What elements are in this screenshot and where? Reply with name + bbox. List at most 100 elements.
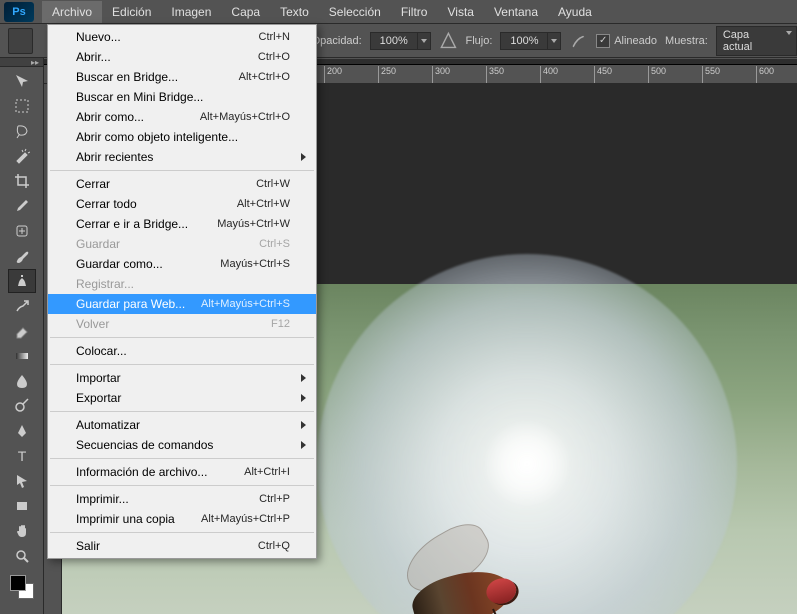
menu-imagen[interactable]: Imagen [161,1,221,23]
menu-item-label: Abrir como... [76,110,200,124]
sample-value: Capa actual [723,29,752,53]
crop-tool[interactable] [8,169,36,193]
menu-texto[interactable]: Texto [270,1,319,23]
menu-item-label: Guardar [76,237,259,251]
menu-item-label: Guardar para Web... [76,297,201,311]
magic-wand-tool[interactable] [8,144,36,168]
move-tool[interactable] [8,69,36,93]
flow-input[interactable] [500,32,548,50]
menu-item-shortcut: Alt+Ctrl+O [239,71,290,83]
pen-tool[interactable] [8,419,36,443]
menu-item-cerrar[interactable]: CerrarCtrl+W [48,174,316,194]
menu-item-label: Automatizar [76,418,290,432]
menu-item-guardar-para-web[interactable]: Guardar para Web...Alt+Mayús+Ctrl+S [48,294,316,314]
menu-item-shortcut: Alt+Mayús+Ctrl+O [200,111,290,123]
menu-item-abrir-como[interactable]: Abrir como...Alt+Mayús+Ctrl+O [48,107,316,127]
eyedropper-tool[interactable] [8,194,36,218]
menu-item-guardar-como[interactable]: Guardar como...Mayús+Ctrl+S [48,254,316,274]
menu-item-informaci-n-de-archivo[interactable]: Información de archivo...Alt+Ctrl+I [48,462,316,482]
sample-select[interactable]: Capa actual [716,26,797,56]
menu-ayuda[interactable]: Ayuda [548,1,602,23]
menu-item-shortcut: Ctrl+Q [258,540,290,552]
healing-brush-tool[interactable] [8,219,36,243]
menu-item-guardar: GuardarCtrl+S [48,234,316,254]
eraser-tool[interactable] [8,319,36,343]
hand-tool[interactable] [8,519,36,543]
menu-item-abrir[interactable]: Abrir...Ctrl+O [48,47,316,67]
menu-edición[interactable]: Edición [102,1,161,23]
menu-item-label: Buscar en Bridge... [76,70,239,84]
menu-item-label: Exportar [76,391,290,405]
file-menu-dropdown: Nuevo...Ctrl+NAbrir...Ctrl+OBuscar en Br… [47,24,317,559]
toolbox-expand-icon[interactable]: ▸▸ [31,58,39,67]
aligned-checkbox[interactable] [596,34,610,48]
clone-stamp-tool[interactable] [8,269,36,293]
opacity-label: Opacidad: [312,35,362,47]
menu-item-buscar-en-mini-bridge[interactable]: Buscar en Mini Bridge... [48,87,316,107]
menu-item-label: Importar [76,371,290,385]
menu-vista[interactable]: Vista [437,1,483,23]
menu-item-importar[interactable]: Importar [48,368,316,388]
menu-item-shortcut: Mayús+Ctrl+S [220,258,290,270]
menu-item-label: Secuencias de comandos [76,438,290,452]
airbrush-icon[interactable] [569,31,588,51]
menu-item-shortcut: Alt+Mayús+Ctrl+S [201,298,290,310]
menu-item-label: Colocar... [76,344,290,358]
menu-item-shortcut: Ctrl+W [256,178,290,190]
aligned-label: Alineado [614,35,657,47]
app-logo: Ps [4,2,34,22]
foreground-color[interactable] [10,575,26,591]
menu-item-secuencias-de-comandos[interactable]: Secuencias de comandos [48,435,316,455]
menu-item-label: Nuevo... [76,30,259,44]
brush-tool[interactable] [8,244,36,268]
menu-item-label: Registrar... [76,277,290,291]
menu-item-abrir-recientes[interactable]: Abrir recientes [48,147,316,167]
menu-item-colocar[interactable]: Colocar... [48,341,316,361]
opacity-dropdown[interactable] [417,32,431,50]
history-brush-tool[interactable] [8,294,36,318]
menu-item-shortcut: Ctrl+S [259,238,290,250]
menu-item-automatizar[interactable]: Automatizar [48,415,316,435]
foreground-background-colors[interactable] [8,573,36,601]
menu-item-volver: VolverF12 [48,314,316,334]
menu-filtro[interactable]: Filtro [391,1,438,23]
menu-item-cerrar-e-ir-a-bridge[interactable]: Cerrar e ir a Bridge...Mayús+Ctrl+W [48,214,316,234]
menu-item-label: Abrir como objeto inteligente... [76,130,290,144]
menu-item-imprimir[interactable]: Imprimir...Ctrl+P [48,489,316,509]
flow-label: Flujo: [466,35,493,47]
zoom-tool[interactable] [8,544,36,568]
menu-item-shortcut: Ctrl+N [259,31,290,43]
pressure-opacity-icon[interactable] [439,31,458,51]
marquee-tool[interactable] [8,94,36,118]
menu-ventana[interactable]: Ventana [484,1,548,23]
menu-item-nuevo[interactable]: Nuevo...Ctrl+N [48,27,316,47]
menu-archivo[interactable]: Archivo [42,1,102,23]
tool-preset-picker[interactable] [8,28,33,54]
menu-item-abrir-como-objeto-inteligente[interactable]: Abrir como objeto inteligente... [48,127,316,147]
menu-capa[interactable]: Capa [221,1,270,23]
gradient-tool[interactable] [8,344,36,368]
menu-item-label: Buscar en Mini Bridge... [76,90,290,104]
flow-dropdown[interactable] [547,32,561,50]
menu-item-exportar[interactable]: Exportar [48,388,316,408]
opacity-input[interactable] [370,32,418,50]
menu-item-label: Cerrar [76,177,256,191]
path-selection-tool[interactable] [8,469,36,493]
type-tool[interactable]: T [8,444,36,468]
menu-item-salir[interactable]: SalirCtrl+Q [48,536,316,556]
menu-item-shortcut: Ctrl+O [258,51,290,63]
menu-item-imprimir-una-copia[interactable]: Imprimir una copiaAlt+Mayús+Ctrl+P [48,509,316,529]
menu-selección[interactable]: Selección [319,1,391,23]
menu-separator [50,458,314,459]
menu-item-shortcut: Alt+Ctrl+I [244,466,290,478]
menubar: Ps ArchivoEdiciónImagenCapaTextoSelecció… [0,0,797,24]
lasso-tool[interactable] [8,119,36,143]
menu-item-label: Abrir... [76,50,258,64]
menu-item-cerrar-todo[interactable]: Cerrar todoAlt+Ctrl+W [48,194,316,214]
menu-separator [50,337,314,338]
menu-item-shortcut: Ctrl+P [259,493,290,505]
blur-tool[interactable] [8,369,36,393]
menu-item-buscar-en-bridge[interactable]: Buscar en Bridge...Alt+Ctrl+O [48,67,316,87]
rectangle-tool[interactable] [8,494,36,518]
dodge-tool[interactable] [8,394,36,418]
